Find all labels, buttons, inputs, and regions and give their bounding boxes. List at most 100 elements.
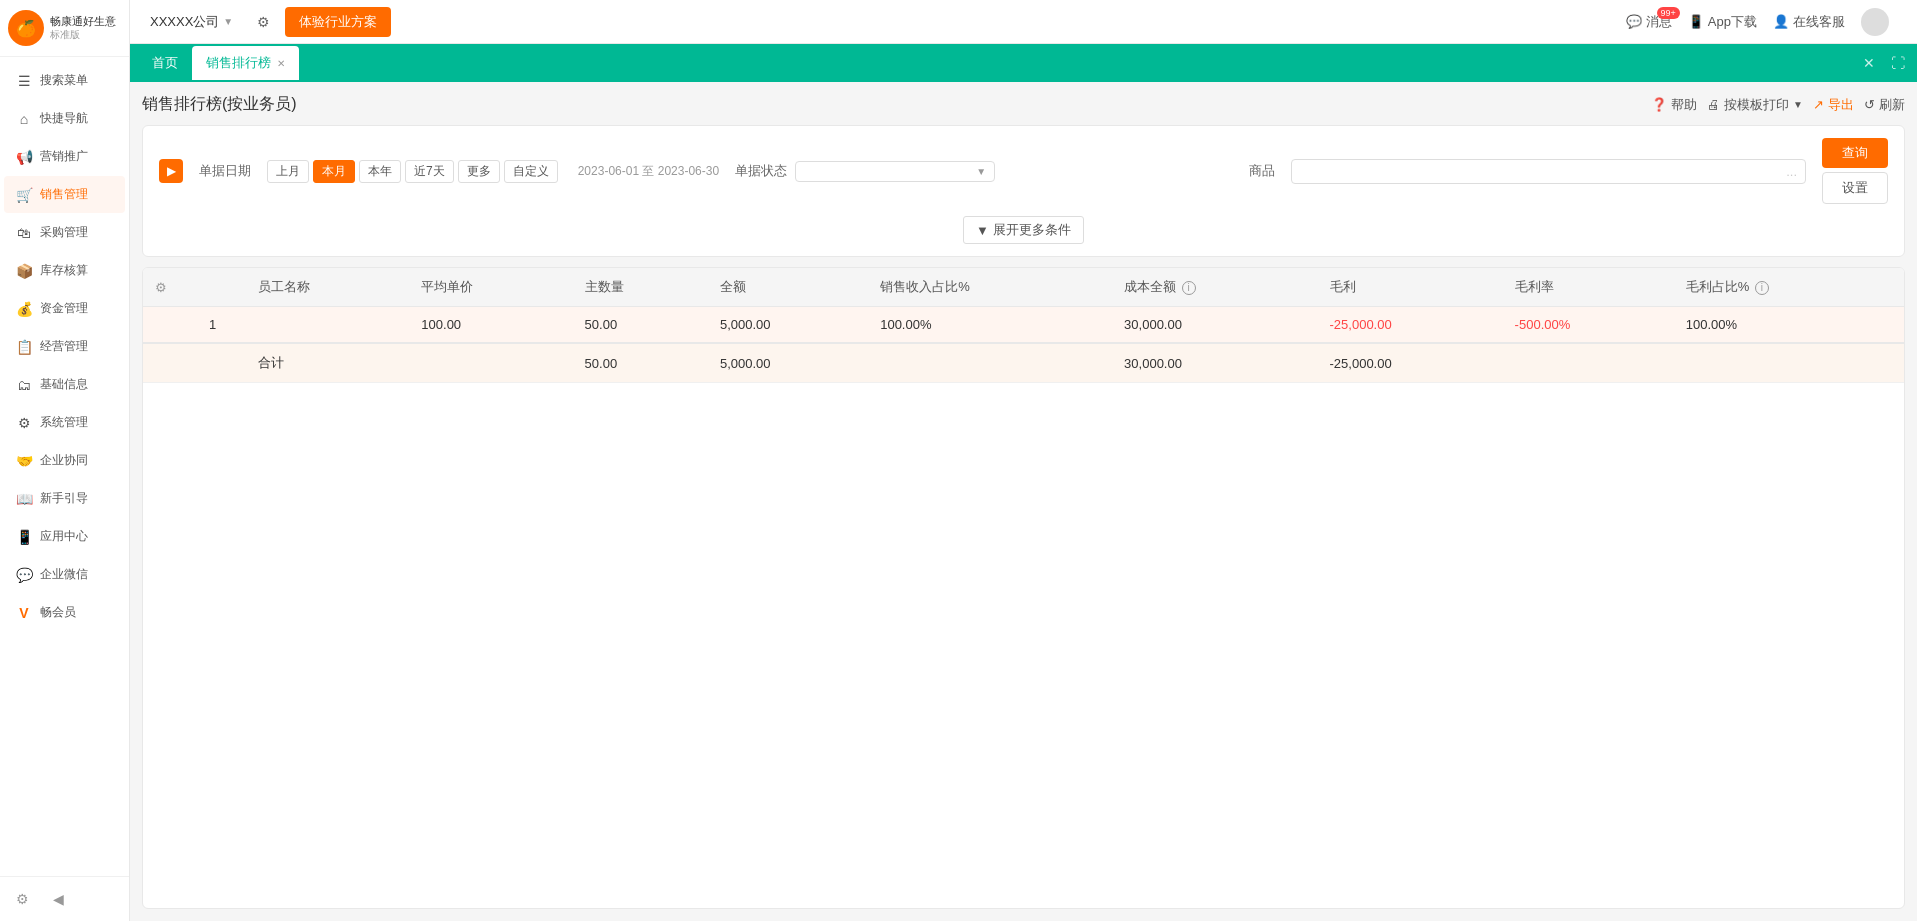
row-settings-col <box>143 307 179 344</box>
sidebar-item-apps[interactable]: 📱 应用中心 <box>4 518 125 555</box>
page-title: 销售排行榜(按业务员) <box>142 94 297 115</box>
sidebar-item-wecom[interactable]: 💬 企业微信 <box>4 556 125 593</box>
gross-pct-info-icon[interactable]: i <box>1755 281 1769 295</box>
company-selector[interactable]: XXXXX公司 ▼ <box>142 9 241 35</box>
row-name <box>246 307 409 344</box>
sidebar-item-sales[interactable]: 🛒 销售管理 <box>4 176 125 213</box>
tab-restore-icon[interactable]: ⛶ <box>1887 51 1909 75</box>
topbar: XXXXX公司 ▼ ⚙ 体验行业方案 💬 消息 99+ 📱 App下载 👤 在线… <box>130 0 1917 44</box>
col-qty: 主数量 <box>573 268 708 307</box>
sidebar-item-member[interactable]: V 畅会员 <box>4 594 125 631</box>
goods-select[interactable]: ... <box>1291 159 1806 184</box>
export-btn[interactable]: ↗ 导出 <box>1813 96 1854 114</box>
sidebar-item-label: 搜索菜单 <box>40 72 88 89</box>
refresh-btn[interactable]: ↺ 刷新 <box>1864 96 1905 114</box>
tab-close-all-icon[interactable]: ✕ <box>1859 51 1879 75</box>
chevron-down-icon: ▼ <box>976 166 986 177</box>
sidebar-item-system[interactable]: ⚙ 系统管理 <box>4 404 125 441</box>
sidebar-item-label: 新手引导 <box>40 490 88 507</box>
logo-subtitle: 标准版 <box>50 28 116 42</box>
tab-home[interactable]: 首页 <box>138 46 192 80</box>
chevron-down-icon: ▼ <box>223 16 233 27</box>
date-btn-last7days[interactable]: 近7天 <box>405 160 454 183</box>
date-btn-last-month[interactable]: 上月 <box>267 160 309 183</box>
refresh-icon: ↺ <box>1864 97 1875 112</box>
row-gross-pct: 100.00% <box>1674 307 1904 344</box>
finance-icon: 💰 <box>16 301 32 317</box>
date-btn-custom[interactable]: 自定义 <box>504 160 558 183</box>
row-gross-rate: -500.00% <box>1503 307 1674 344</box>
sidebar-item-enterprise[interactable]: 🤝 企业协同 <box>4 442 125 479</box>
table-footer-row: 合计 50.00 5,000.00 30,000.00 -25,000.00 <box>143 343 1904 383</box>
sidebar-collapse-btn[interactable]: ◀ <box>44 885 72 913</box>
sidebar-item-base[interactable]: 🗂 基础信息 <box>4 366 125 403</box>
message-button[interactable]: 💬 消息 99+ <box>1626 13 1672 31</box>
cost-info-icon[interactable]: i <box>1182 281 1196 295</box>
goods-label: 商品 <box>1249 162 1275 180</box>
tabbar: 首页 销售排行榜 ✕ ✕ ⛶ <box>130 44 1917 82</box>
purchase-icon: 🛍 <box>16 225 32 241</box>
data-table: ⚙ 员工名称 平均单价 主数量 全额 销售收入占比% 成本全额 i 毛利 毛利率 <box>143 268 1904 383</box>
logo-icon: 🍊 <box>8 10 44 46</box>
expand-conditions-btn[interactable]: ▼ 展开更多条件 <box>963 216 1084 244</box>
filter-area: ▶ 单据日期 上月 本月 本年 近7天 更多 自定义 2023-06-01 至 … <box>142 125 1905 257</box>
sidebar-item-inventory[interactable]: 📦 库存核算 <box>4 252 125 289</box>
col-gross-pct: 毛利占比% i <box>1674 268 1904 307</box>
status-select[interactable]: ▼ <box>795 161 995 182</box>
enterprise-icon: 🤝 <box>16 453 32 469</box>
sidebar-item-label: 营销推广 <box>40 148 88 165</box>
sidebar-item-label: 库存核算 <box>40 262 88 279</box>
template-print-label: 按模板打印 <box>1724 96 1789 114</box>
col-amount: 全额 <box>708 268 868 307</box>
sidebar-settings-btn[interactable]: ⚙ <box>8 885 36 913</box>
footer-gross: -25,000.00 <box>1318 343 1503 383</box>
date-range: 2023-06-01 至 2023-06-30 <box>578 163 719 180</box>
col-settings[interactable]: ⚙ <box>143 268 179 307</box>
date-btn-more[interactable]: 更多 <box>458 160 500 183</box>
tab-sales-rank[interactable]: 销售排行榜 ✕ <box>192 46 299 80</box>
sidebar-item-search[interactable]: ☰ 搜索菜单 <box>4 62 125 99</box>
chevron-down-icon: ▼ <box>976 223 989 238</box>
avatar[interactable] <box>1861 8 1889 36</box>
member-icon: V <box>16 605 32 621</box>
sidebar-item-label: 经营管理 <box>40 338 88 355</box>
sidebar-item-label: 畅会员 <box>40 604 76 621</box>
sidebar-item-shortcut[interactable]: ⌂ 快捷导航 <box>4 100 125 137</box>
refresh-label: 刷新 <box>1879 96 1905 114</box>
footer-gross-pct <box>1674 343 1904 383</box>
wecom-icon: 💬 <box>16 567 32 583</box>
online-service-btn[interactable]: 👤 在线客服 <box>1773 13 1845 31</box>
page-header: 销售排行榜(按业务员) ❓ 帮助 🖨 按模板打印 ▼ ↗ 导出 ↺ 刷新 <box>142 94 1905 115</box>
sidebar-item-marketing[interactable]: 📢 营销推广 <box>4 138 125 175</box>
table-row: 1 100.00 50.00 5,000.00 100.00% 30,000.0… <box>143 307 1904 344</box>
sidebar-item-purchase[interactable]: 🛍 采购管理 <box>4 214 125 251</box>
app-download-label: App下载 <box>1708 13 1757 31</box>
trial-button[interactable]: 体验行业方案 <box>285 7 391 37</box>
query-button[interactable]: 查询 <box>1822 138 1888 168</box>
row-cost: 30,000.00 <box>1112 307 1317 344</box>
date-btn-current-month[interactable]: 本月 <box>313 160 355 183</box>
topbar-gear-btn[interactable]: ⚙ <box>249 8 277 36</box>
tab-sales-rank-label: 销售排行榜 <box>206 54 271 72</box>
help-btn[interactable]: ❓ 帮助 <box>1651 96 1697 114</box>
date-buttons: 上月 本月 本年 近7天 更多 自定义 <box>267 160 558 183</box>
filter-expand-arrow[interactable]: ▶ <box>159 159 183 183</box>
sidebar-item-guide[interactable]: 📖 新手引导 <box>4 480 125 517</box>
col-gross: 毛利 <box>1318 268 1503 307</box>
sidebar: 🍊 畅康通好生意 标准版 ☰ 搜索菜单 ⌂ 快捷导航 📢 营销推广 🛒 销售管理… <box>0 0 130 921</box>
search-menu-icon: ☰ <box>16 73 32 89</box>
date-btn-current-year[interactable]: 本年 <box>359 160 401 183</box>
system-icon: ⚙ <box>16 415 32 431</box>
message-icon: 💬 <box>1626 14 1642 29</box>
chevron-down-icon: ▼ <box>1793 99 1803 110</box>
topbar-right: 💬 消息 99+ 📱 App下载 👤 在线客服 <box>1626 8 1905 36</box>
template-print-btn[interactable]: 🖨 按模板打印 ▼ <box>1707 96 1803 114</box>
sidebar-item-finance[interactable]: 💰 资金管理 <box>4 290 125 327</box>
sidebar-item-label: 企业微信 <box>40 566 88 583</box>
app-download-btn[interactable]: 📱 App下载 <box>1688 13 1757 31</box>
logo-title: 畅康通好生意 <box>50 14 116 28</box>
col-rank <box>179 268 246 307</box>
sidebar-item-operations[interactable]: 📋 经营管理 <box>4 328 125 365</box>
settings-button[interactable]: 设置 <box>1822 172 1888 204</box>
tab-close-icon[interactable]: ✕ <box>277 58 285 69</box>
